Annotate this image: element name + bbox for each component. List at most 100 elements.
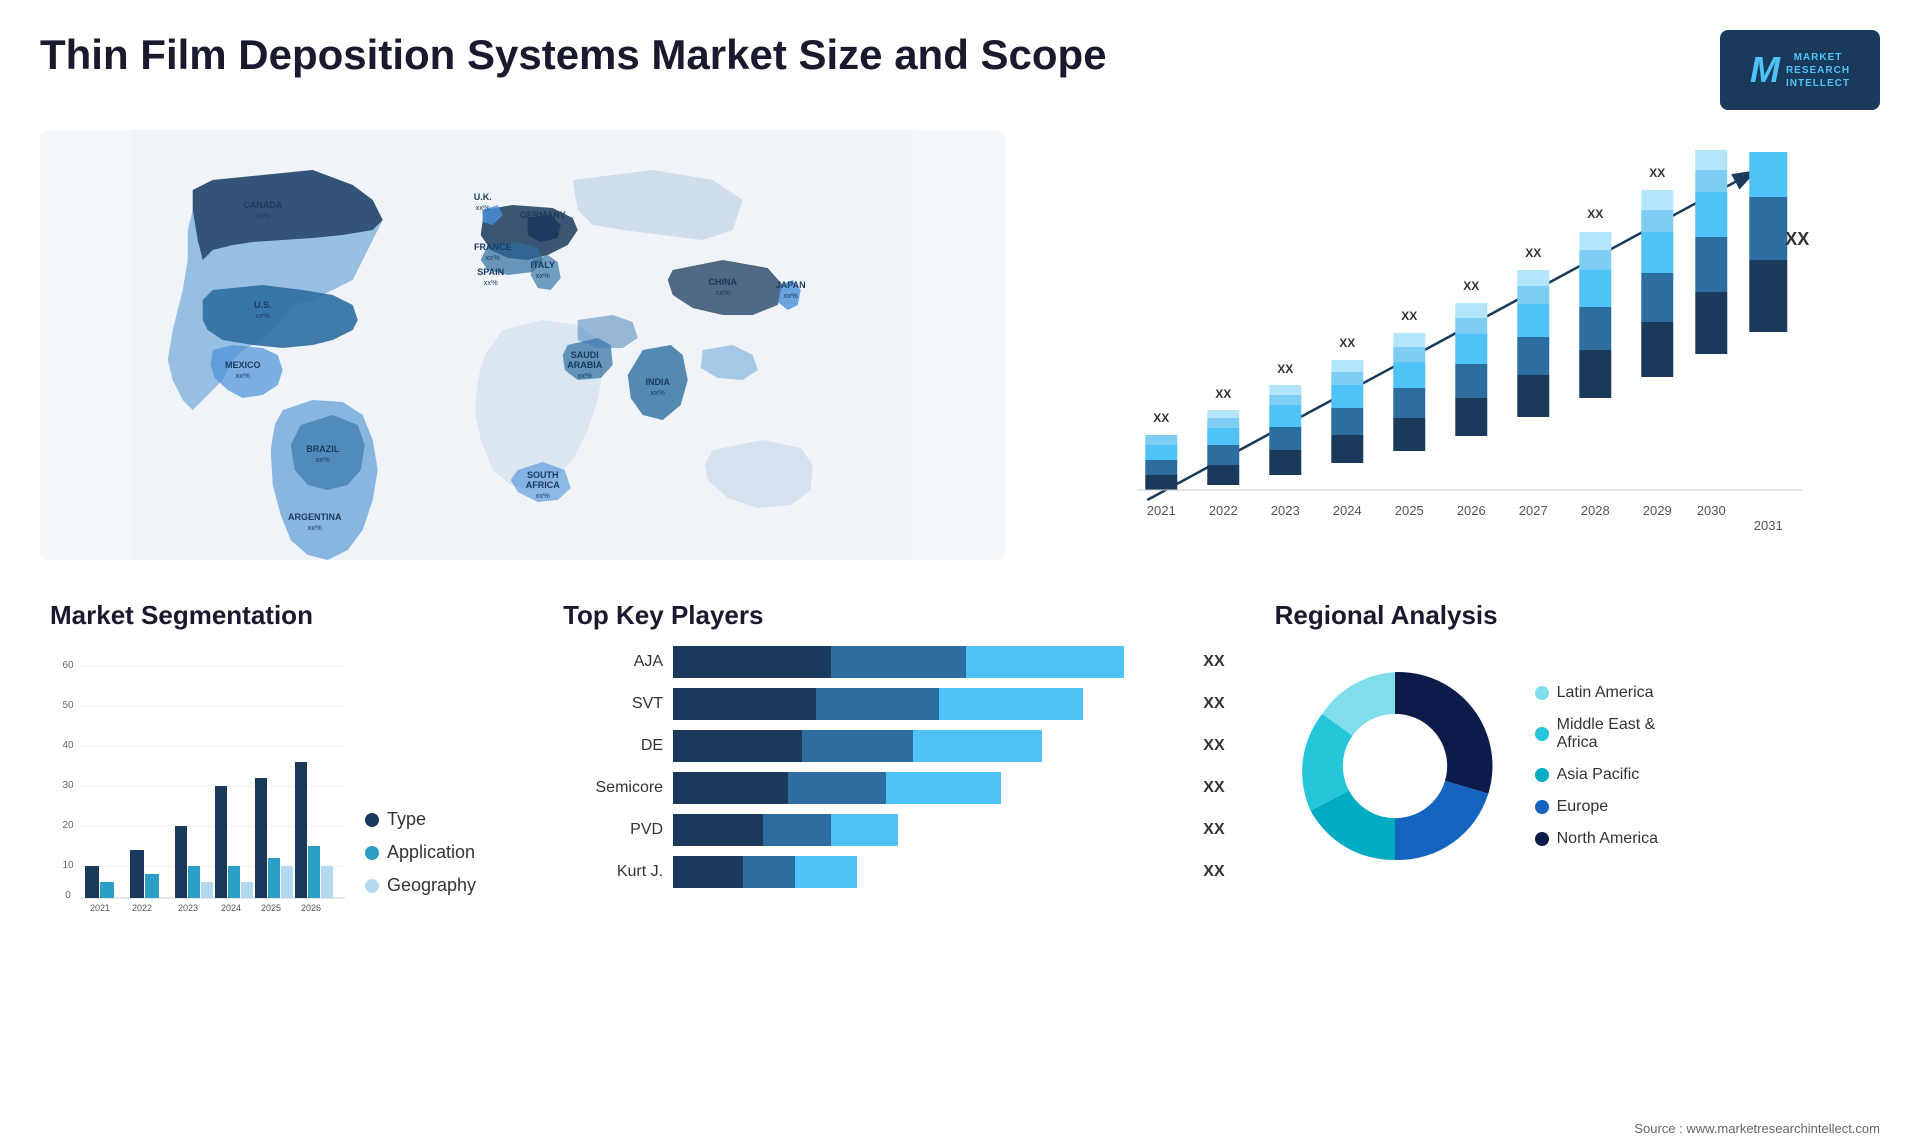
reg-label-apac: Asia Pacific (1557, 766, 1640, 784)
bar-dark (673, 856, 743, 888)
svg-text:2025: 2025 (261, 903, 281, 913)
svg-text:XX: XX (1278, 362, 1294, 376)
svg-text:XX: XX (1154, 411, 1170, 425)
player-name-de: DE (563, 737, 663, 755)
svg-text:2031: 2031 (1754, 518, 1783, 533)
reg-dot-apac (1535, 768, 1549, 782)
reg-item-mea: Middle East &Africa (1535, 716, 1658, 752)
svg-text:xx%: xx% (476, 203, 491, 212)
svg-text:CHINA: CHINA (708, 277, 737, 287)
svg-text:xx%: xx% (536, 221, 551, 230)
svg-text:XX: XX (1786, 229, 1810, 249)
reg-item-europe: Europe (1535, 798, 1658, 816)
svg-text:XX: XX (1340, 336, 1356, 350)
svg-text:XX: XX (1650, 166, 1666, 180)
legend-geo-label: Geography (387, 875, 476, 896)
svg-text:2024: 2024 (1333, 503, 1362, 518)
player-row-de: DE XX (563, 730, 1225, 762)
bar-mid (816, 688, 939, 720)
map-container: CANADA xx% U.S. xx% MEXICO xx% BRAZIL xx… (40, 130, 1005, 560)
player-row-pvd: PVD XX (563, 814, 1225, 846)
svg-text:xx%: xx% (236, 371, 251, 380)
svg-text:XX: XX (1526, 246, 1542, 260)
player-value-pvd: XX (1203, 821, 1224, 839)
svg-text:ARABIA: ARABIA (567, 360, 602, 370)
logo-letter: M (1750, 49, 1780, 91)
reg-dot-latin (1535, 686, 1549, 700)
legend-app-dot (365, 846, 379, 860)
reg-label-europe: Europe (1557, 798, 1609, 816)
bar-light (939, 688, 1082, 720)
svg-text:FRANCE: FRANCE (474, 242, 512, 252)
svg-text:40: 40 (62, 740, 74, 751)
svg-text:CANADA: CANADA (243, 200, 282, 210)
regional-title: Regional Analysis (1275, 600, 1870, 631)
player-row-kurt: Kurt J. XX (563, 856, 1225, 888)
svg-text:xx%: xx% (536, 271, 551, 280)
player-name-pvd: PVD (563, 821, 663, 839)
legend-app: Application (365, 842, 476, 863)
world-map-svg: CANADA xx% U.S. xx% MEXICO xx% BRAZIL xx… (40, 130, 1005, 560)
svg-text:60: 60 (62, 660, 74, 671)
svg-text:GERMANY: GERMANY (520, 210, 566, 220)
svg-text:2023: 2023 (178, 903, 198, 913)
svg-text:XX: XX (1704, 140, 1720, 143)
svg-text:xx%: xx% (484, 278, 499, 287)
svg-text:U.K.: U.K. (474, 192, 492, 202)
regional-legend: Latin America Middle East &Africa Asia P… (1535, 684, 1658, 848)
svg-text:2028: 2028 (1581, 503, 1610, 518)
player-value-de: XX (1203, 737, 1224, 755)
svg-text:2021: 2021 (1147, 503, 1176, 518)
legend-type: Type (365, 809, 476, 830)
bar-mid (802, 730, 913, 762)
svg-text:xx%: xx% (716, 288, 731, 297)
svg-text:2024: 2024 (221, 903, 241, 913)
segmentation-container: Market Segmentation 60 50 40 30 20 10 0 (40, 590, 523, 970)
bar-light (886, 772, 1001, 804)
svg-text:30: 30 (62, 780, 74, 791)
bar-dark (673, 730, 802, 762)
svg-text:SAUDI: SAUDI (571, 350, 599, 360)
player-bar-pvd (673, 814, 1185, 846)
svg-text:INDIA: INDIA (645, 377, 670, 387)
players-container: Top Key Players AJA XX (543, 590, 1245, 970)
reg-label-latin: Latin America (1557, 684, 1654, 702)
player-bar-svt (673, 688, 1185, 720)
player-row-aja: AJA XX (563, 646, 1225, 678)
players-list: AJA XX SVT (563, 646, 1225, 888)
bar-light (966, 646, 1124, 678)
svg-text:xx%: xx% (784, 291, 799, 300)
bar-mid (831, 646, 966, 678)
svg-text:2026: 2026 (1457, 503, 1486, 518)
svg-text:2026: 2026 (301, 903, 321, 913)
top-section: CANADA xx% U.S. xx% MEXICO xx% BRAZIL xx… (40, 130, 1880, 560)
legend-geo: Geography (365, 875, 476, 896)
source-text: Source : www.marketresearchintellect.com (1634, 1121, 1880, 1136)
svg-text:xx%: xx% (256, 311, 271, 320)
player-name-svt: SVT (563, 695, 663, 713)
player-row-svt: SVT XX (563, 688, 1225, 720)
bar-light (831, 814, 899, 846)
bar-chart-svg: XX 2021 XX 2022 XX 2023 (1055, 140, 1860, 540)
player-name-semicore: Semicore (563, 779, 663, 797)
regional-container: Regional Analysis (1265, 590, 1880, 970)
svg-text:xx%: xx% (578, 371, 593, 380)
svg-text:2023: 2023 (1271, 503, 1300, 518)
svg-text:0: 0 (65, 890, 71, 901)
legend-type-label: Type (387, 809, 426, 830)
player-name-kurt: Kurt J. (563, 863, 663, 881)
player-value-aja: XX (1203, 653, 1224, 671)
logo-box: M MARKET RESEARCH INTELLECT (1720, 30, 1880, 110)
page-container: Thin Film Deposition Systems Market Size… (0, 0, 1920, 1146)
svg-text:BRAZIL: BRAZIL (306, 444, 339, 454)
segmentation-chart: 60 50 40 30 20 10 0 (50, 646, 350, 926)
svg-text:2021: 2021 (90, 903, 110, 913)
reg-item-apac: Asia Pacific (1535, 766, 1658, 784)
player-bar-semicore (673, 772, 1185, 804)
reg-label-mea: Middle East &Africa (1557, 716, 1656, 752)
bar-light (913, 730, 1042, 762)
bar-chart-container: XX 2021 XX 2022 XX 2023 (1035, 130, 1880, 560)
bar-dark (673, 646, 831, 678)
regional-inner: Latin America Middle East &Africa Asia P… (1275, 646, 1870, 886)
svg-text:ARGENTINA: ARGENTINA (288, 512, 342, 522)
